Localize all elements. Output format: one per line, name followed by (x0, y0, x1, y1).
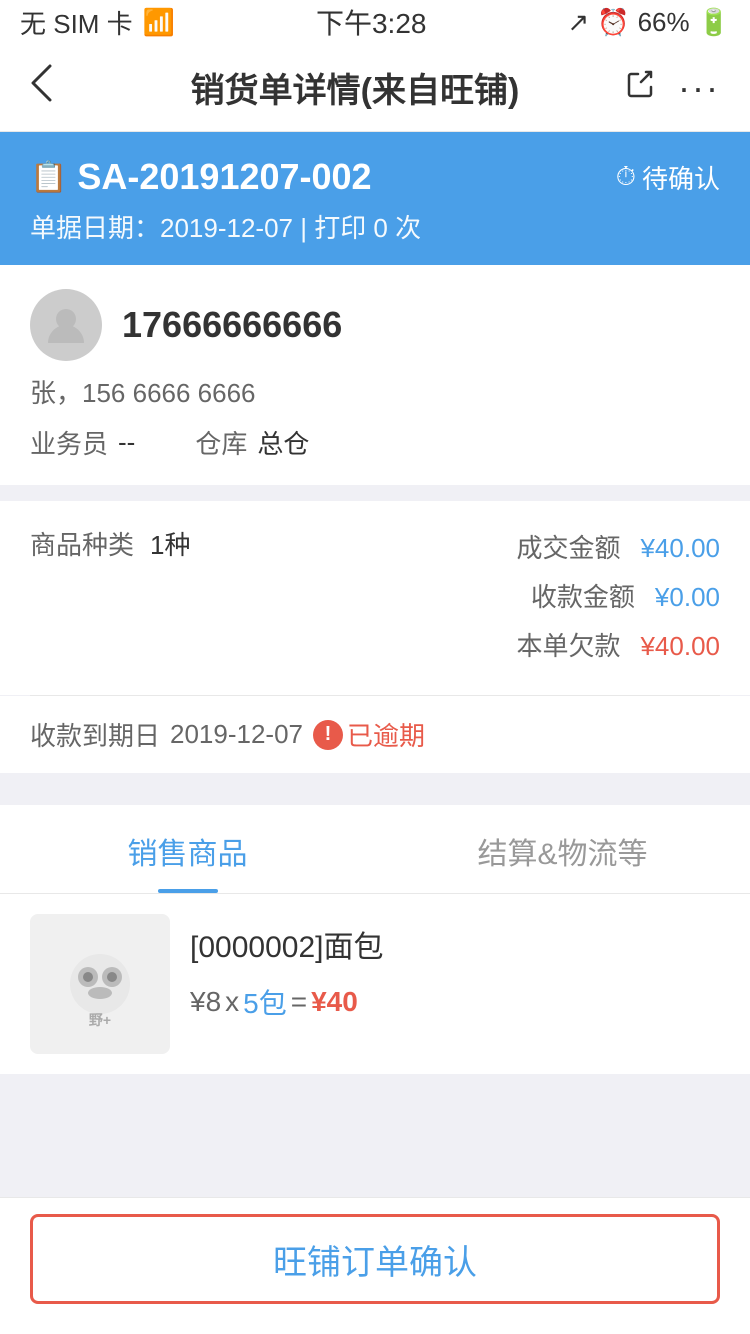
balance-row: 本单欠款 ¥40.00 (516, 623, 720, 670)
status-bar: 无 SIM 卡 📶 下午3:28 ↗ ⏰ 66% 🔋 (0, 0, 750, 44)
product-price-row: ¥8 x 5包 = ¥40 (190, 982, 720, 1022)
product-thumbnail: 野+ (30, 914, 170, 1054)
clock-icon: ⏱ (616, 161, 636, 193)
nav-bar: 销货单详情(来自旺铺) ··· (0, 44, 750, 132)
alarm-icon: ⏰ (597, 7, 629, 38)
product-total: ¥40 (311, 986, 358, 1018)
multiply-symbol: x (225, 986, 239, 1018)
product-section: 野+ [0000002]面包 ¥8 x 5包 = ¥40 (0, 894, 750, 1074)
share-button[interactable] (624, 67, 658, 108)
product-info: [0000002]面包 ¥8 x 5包 = ¥40 (190, 914, 720, 1022)
balance-value: ¥40.00 (640, 623, 720, 670)
tabs-section: 销售商品 结算&物流等 (0, 805, 750, 894)
received-amount-row: 收款金额 ¥0.00 (516, 574, 720, 621)
wifi-icon: 📶 (143, 7, 175, 38)
product-type-row: 商品种类 1种 (30, 525, 190, 562)
product-qty: 5包 (243, 982, 287, 1022)
salesperson-label: 业务员 (30, 424, 108, 461)
battery-icon: 🔋 (698, 7, 730, 38)
salesperson-value: -- (118, 427, 135, 458)
tab-settlement-logistics[interactable]: 结算&物流等 (375, 805, 750, 893)
battery-label: 66% (638, 7, 690, 38)
svg-text:野+: 野+ (89, 1012, 111, 1028)
nav-actions: ··· (620, 67, 720, 109)
order-header-card: 📋 SA-20191207-002 ⏱ 待确认 单据日期：2019-12-07 … (0, 132, 750, 265)
order-id: 📋 SA-20191207-002 (30, 156, 372, 198)
order-date: 单据日期：2019-12-07 | 打印 0 次 (30, 208, 720, 245)
tab-sales-products[interactable]: 销售商品 (0, 805, 375, 893)
customer-name: 张，156 6666 6666 (30, 373, 720, 410)
customer-meta: 业务员 -- 仓库 总仓 (30, 424, 720, 461)
divider-2 (0, 773, 750, 789)
warehouse-value: 总仓 (257, 424, 309, 461)
time-label: 下午3:28 (316, 2, 427, 42)
product-name: [0000002]面包 (190, 922, 720, 966)
salesperson-item: 业务员 -- (30, 424, 135, 461)
due-date-section: 收款到期日 2019-12-07 ! 已逾期 (0, 696, 750, 773)
overdue-badge: ! 已逾期 (313, 716, 425, 753)
equals-symbol: = (291, 986, 307, 1018)
customer-section: 17666666666 张，156 6666 6666 业务员 -- 仓库 总仓 (0, 265, 750, 485)
bottom-button-container: 旺铺订单确认 (0, 1197, 750, 1334)
product-price: ¥8 (190, 986, 221, 1018)
deal-amount-label: 成交金额 (516, 525, 620, 572)
received-label: 收款金额 (531, 574, 635, 621)
due-date-value: 2019-12-07 (170, 719, 303, 750)
customer-phone: 17666666666 (122, 304, 342, 346)
order-status: ⏱ 待确认 (616, 159, 720, 196)
back-button[interactable] (30, 64, 90, 111)
more-button[interactable]: ··· (678, 67, 720, 109)
page-title: 销货单详情(来自旺铺) (90, 63, 620, 112)
deal-amount-row: 成交金额 ¥40.00 (516, 525, 720, 572)
overdue-icon: ! (313, 720, 343, 750)
amount-left: 商品种类 1种 (30, 525, 190, 562)
product-thumb-icon: 野+ (55, 939, 145, 1029)
overdue-text: 已逾期 (347, 716, 425, 753)
amount-right: 成交金额 ¥40.00 收款金额 ¥0.00 本单欠款 ¥40.00 (516, 525, 720, 671)
order-icon: 📋 (30, 160, 67, 195)
product-type-value: 1种 (150, 525, 190, 562)
product-type-label: 商品种类 (30, 525, 134, 562)
status-left: 无 SIM 卡 📶 (20, 4, 175, 41)
warehouse-item: 仓库 总仓 (195, 424, 309, 461)
balance-label: 本单欠款 (516, 623, 620, 670)
location-icon: ↗ (567, 7, 589, 38)
warehouse-label: 仓库 (195, 424, 247, 461)
divider-1 (0, 485, 750, 501)
amount-section: 商品种类 1种 成交金额 ¥40.00 收款金额 ¥0.00 本单欠款 ¥40.… (0, 501, 750, 695)
product-item: 野+ [0000002]面包 ¥8 x 5包 = ¥40 (30, 914, 720, 1054)
tabs-row: 销售商品 结算&物流等 (0, 805, 750, 893)
confirm-order-button[interactable]: 旺铺订单确认 (30, 1214, 720, 1304)
customer-avatar (30, 289, 102, 361)
received-value: ¥0.00 (655, 574, 720, 621)
deal-amount-value: ¥40.00 (640, 525, 720, 572)
due-date-label: 收款到期日 (30, 716, 160, 753)
carrier-label: 无 SIM 卡 (20, 4, 133, 41)
status-right: ↗ ⏰ 66% 🔋 (567, 7, 730, 38)
